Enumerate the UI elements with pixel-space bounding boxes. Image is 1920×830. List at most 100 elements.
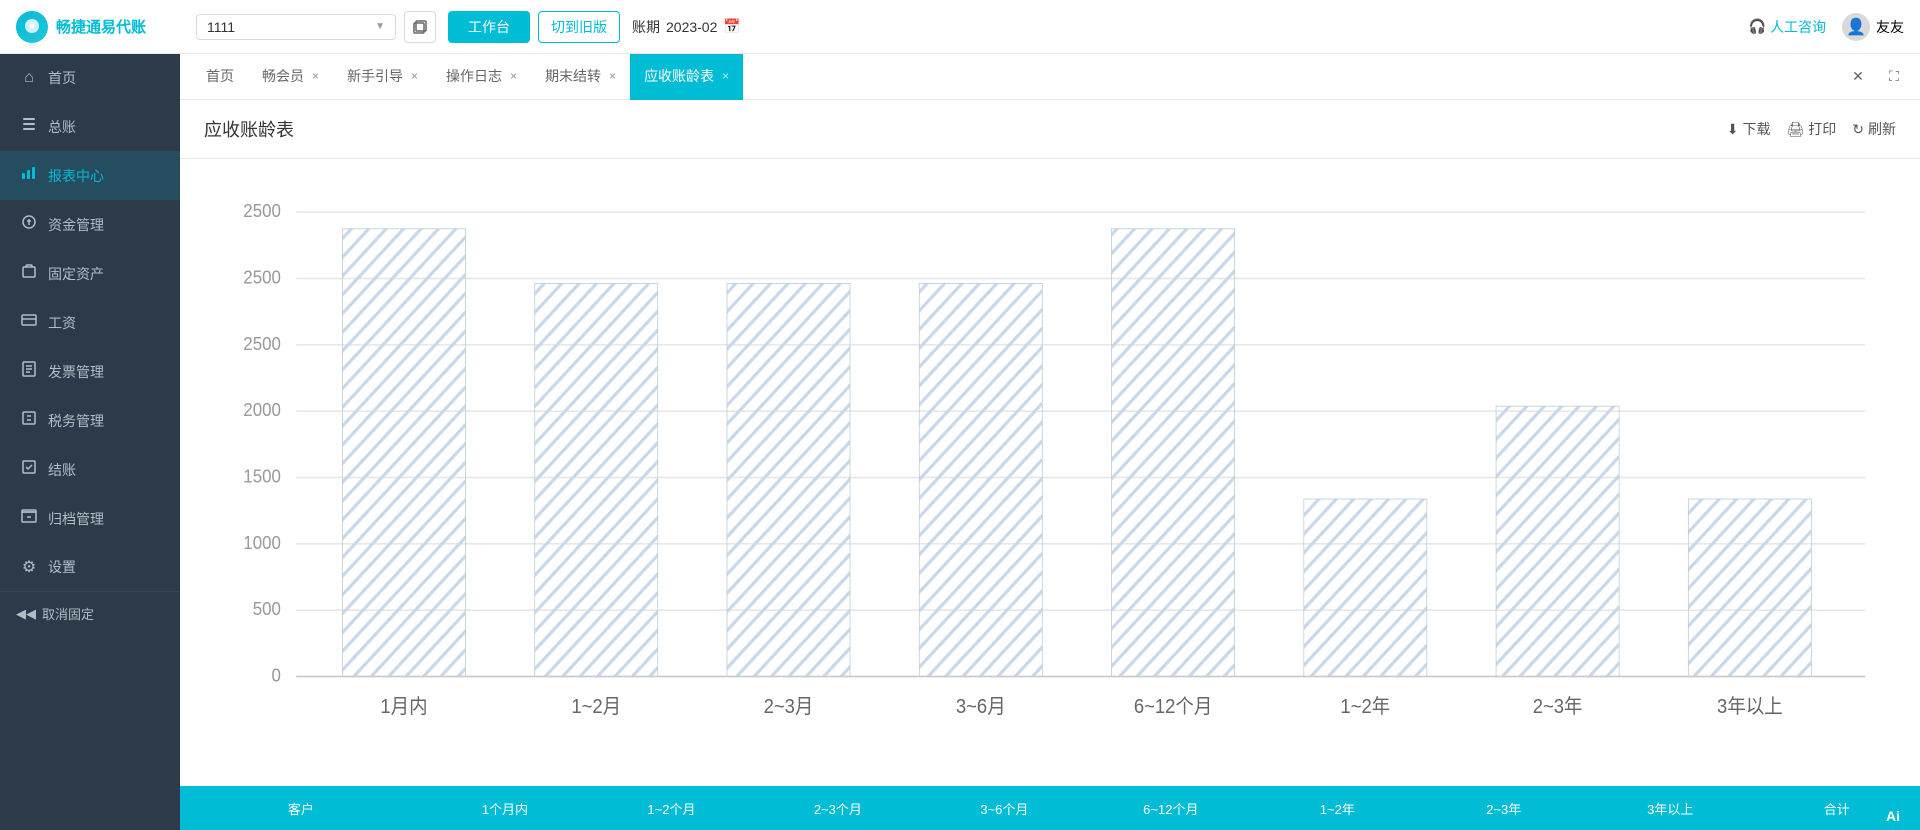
sidebar-label-invoice: 发票管理 xyxy=(48,362,104,382)
tab-member-close[interactable]: × xyxy=(312,69,319,83)
tax-icon xyxy=(20,410,38,431)
bar-3-6月 xyxy=(919,283,1042,676)
tab-actions: ✕ ⛶ xyxy=(1844,63,1908,91)
bar-1月内 xyxy=(342,229,465,677)
salary-icon xyxy=(20,312,38,333)
refresh-button[interactable]: ↻ 刷新 xyxy=(1852,119,1896,139)
sidebar-label-settings: 设置 xyxy=(48,557,76,577)
bar-1-2月 xyxy=(535,283,658,676)
ai-badge[interactable]: Ai xyxy=(1866,802,1920,830)
logo-text: 畅捷通易代账 xyxy=(56,16,146,37)
svg-text:2500: 2500 xyxy=(243,267,281,288)
logo-area: 畅捷通易代账 xyxy=(16,11,196,43)
consult-label: 人工咨询 xyxy=(1770,17,1826,37)
tab-aging-label: 应收账龄表 xyxy=(644,66,714,86)
sidebar-label-assets: 固定资产 xyxy=(48,264,104,284)
cancel-pin-button[interactable]: ◀◀ 取消固定 xyxy=(0,591,180,635)
home-icon: ⌂ xyxy=(20,69,38,87)
sidebar-item-assets[interactable]: 固定资产 xyxy=(0,249,180,298)
svg-text:2500: 2500 xyxy=(243,201,281,222)
tab-period-close-close[interactable]: × xyxy=(609,69,616,83)
sidebar-item-settings[interactable]: ⚙ 设置 xyxy=(0,543,180,591)
page-header: 应收账龄表 ⬇ 下载 🖨 打印 ↻ 刷新 xyxy=(180,100,1920,159)
reports-icon xyxy=(20,165,38,186)
sidebar-item-ledger[interactable]: 总账 xyxy=(0,102,180,151)
print-icon: 🖨 xyxy=(1786,121,1804,138)
company-selector[interactable]: 1111 ▼ xyxy=(196,14,396,40)
tab-aging[interactable]: 应收账龄表 × xyxy=(630,54,743,100)
page-content: 应收账龄表 ⬇ 下载 🖨 打印 ↻ 刷新 xyxy=(180,100,1920,830)
top-header: 畅捷通易代账 1111 ▼ 工作台 切到旧版 账期 2023-02 📅 🎧 人工… xyxy=(0,0,1920,54)
tab-oplog-label: 操作日志 xyxy=(446,66,502,86)
download-icon: ⬇ xyxy=(1727,121,1739,138)
avatar: 👤 xyxy=(1842,13,1870,41)
sidebar-label-home: 首页 xyxy=(48,68,76,88)
svg-text:1500: 1500 xyxy=(243,466,281,487)
refresh-icon: ↻ xyxy=(1852,121,1864,138)
tab-oplog-close[interactable]: × xyxy=(510,69,517,83)
download-button[interactable]: ⬇ 下载 xyxy=(1727,119,1771,139)
assets-icon xyxy=(20,263,38,284)
print-button[interactable]: 🖨 打印 xyxy=(1786,119,1836,139)
tab-period-close-label: 期末结转 xyxy=(545,66,601,86)
sidebar-label-ledger: 总账 xyxy=(48,117,76,137)
bar-chart: 0 500 1000 1500 2000 2500 2500 2500 xyxy=(204,179,1896,776)
ledger-icon xyxy=(20,116,38,137)
tab-oplog[interactable]: 操作日志 × xyxy=(432,54,531,100)
svg-text:1~2月: 1~2月 xyxy=(571,696,621,718)
sidebar-item-home[interactable]: ⌂ 首页 xyxy=(0,54,180,102)
close-accounts-icon xyxy=(20,459,38,480)
svg-text:1000: 1000 xyxy=(243,532,281,553)
bar-6-12月 xyxy=(1112,229,1235,677)
tab-member[interactable]: 畅会员 × xyxy=(248,54,333,100)
col-customer: 客户 xyxy=(180,799,422,818)
sidebar-item-salary[interactable]: 工资 xyxy=(0,298,180,347)
calendar-icon[interactable]: 📅 xyxy=(723,18,740,35)
col-3-6month: 3~6个月 xyxy=(921,799,1087,818)
bar-2-3年 xyxy=(1496,406,1619,676)
sidebar-item-funds[interactable]: 资金管理 xyxy=(0,200,180,249)
tab-bar: 首页 畅会员 × 新手引导 × 操作日志 × 期末结转 × 应收账龄表 × xyxy=(180,54,1920,100)
sidebar-item-tax[interactable]: 税务管理 xyxy=(0,396,180,445)
svg-text:2~3年: 2~3年 xyxy=(1533,695,1583,718)
sidebar-item-reports[interactable]: 报表中心 xyxy=(0,151,180,200)
svg-text:0: 0 xyxy=(272,665,282,686)
tab-aging-close[interactable]: × xyxy=(722,69,729,83)
sidebar-item-close[interactable]: 结账 xyxy=(0,445,180,494)
tab-home-label: 首页 xyxy=(206,66,234,86)
copy-button[interactable] xyxy=(404,11,436,43)
svg-text:3年以上: 3年以上 xyxy=(1717,695,1783,718)
maximize-button[interactable]: ⛶ xyxy=(1880,63,1908,91)
archive-icon xyxy=(20,508,38,529)
page-actions: ⬇ 下载 🖨 打印 ↻ 刷新 xyxy=(1727,119,1896,139)
switch-version-button[interactable]: 切到旧版 xyxy=(538,11,620,43)
close-tab-button[interactable]: ✕ xyxy=(1844,63,1872,91)
tab-member-label: 畅会员 xyxy=(262,66,304,86)
sidebar-label-funds: 资金管理 xyxy=(48,215,104,235)
chart-container: 0 500 1000 1500 2000 2500 2500 2500 xyxy=(180,159,1920,786)
main-layout: ⌂ 首页 总账 报表中心 资金管理 固定资产 xyxy=(0,54,1920,830)
user-area[interactable]: 👤 友友 xyxy=(1842,13,1904,41)
tab-home[interactable]: 首页 xyxy=(192,54,248,100)
col-1month: 1个月内 xyxy=(422,799,588,818)
svg-text:6~12个月: 6~12个月 xyxy=(1134,695,1212,718)
sidebar-label-tax: 税务管理 xyxy=(48,411,104,431)
invoice-icon xyxy=(20,361,38,382)
consult-button[interactable]: 🎧 人工咨询 xyxy=(1749,17,1826,37)
company-name: 1111 xyxy=(207,19,369,35)
settings-icon: ⚙ xyxy=(20,557,38,577)
logo-icon xyxy=(16,11,48,43)
workbench-button[interactable]: 工作台 xyxy=(448,11,530,43)
sidebar-item-invoice[interactable]: 发票管理 xyxy=(0,347,180,396)
tab-period-close[interactable]: 期末结转 × xyxy=(531,54,630,100)
tab-guide-close[interactable]: × xyxy=(411,69,418,83)
bar-1-2年 xyxy=(1304,499,1427,676)
sidebar-label-salary: 工资 xyxy=(48,313,76,333)
col-1-2year: 1~2年 xyxy=(1254,799,1420,818)
sidebar-item-archive[interactable]: 归档管理 xyxy=(0,494,180,543)
header-right: 🎧 人工咨询 👤 友友 xyxy=(1749,13,1904,41)
cancel-pin-label: 取消固定 xyxy=(42,604,94,623)
tab-guide[interactable]: 新手引导 × xyxy=(333,54,432,100)
sidebar-label-archive: 归档管理 xyxy=(48,509,104,529)
col-1-2month: 1~2个月 xyxy=(588,799,754,818)
